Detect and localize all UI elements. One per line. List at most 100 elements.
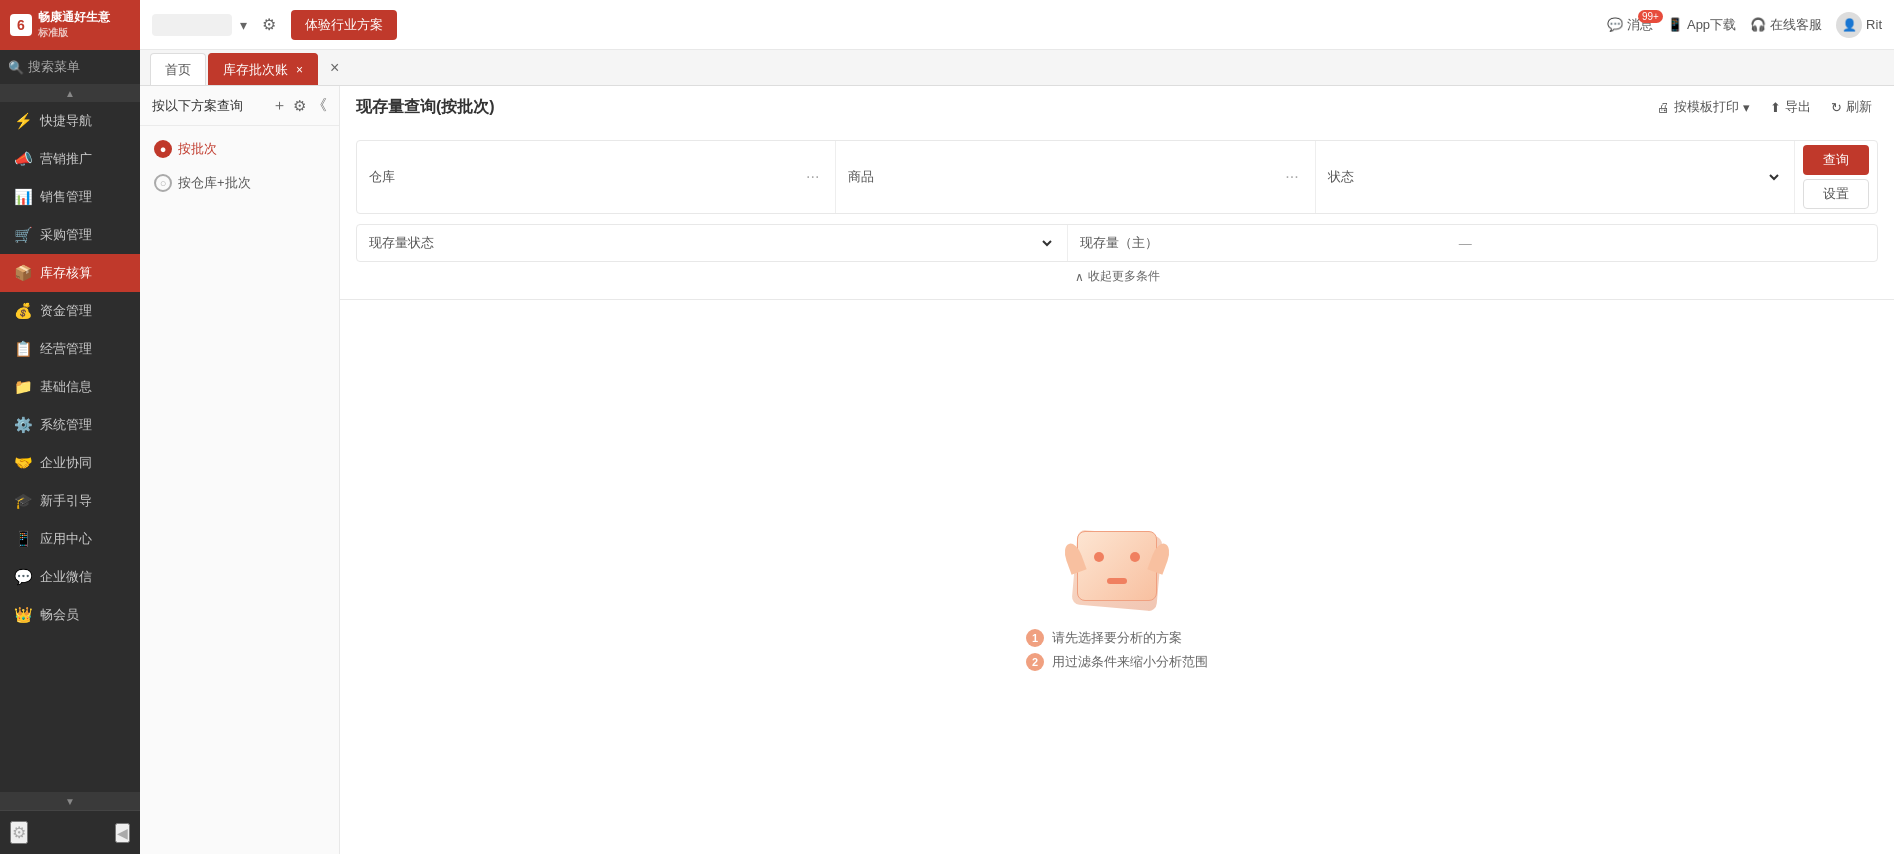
status-select[interactable] [1362, 162, 1782, 192]
nav-label: 应用中心 [40, 530, 92, 548]
export-icon: ⬆ [1770, 100, 1781, 115]
panel-collapse-button[interactable]: 《 [312, 96, 327, 115]
query-button[interactable]: 查询 [1803, 145, 1869, 175]
collapse-more-button[interactable]: ∧ 收起更多条件 [356, 262, 1878, 287]
left-panel-header: 按以下方案查询 ＋ ⚙ 《 [140, 86, 339, 126]
message-icon: 💬 [1607, 17, 1623, 32]
search-label: 搜索菜单 [28, 58, 80, 76]
tab-bar: 首页 库存批次账 × × [140, 50, 1894, 86]
sidebar-item-purchase[interactable]: 🛒 采购管理 [0, 216, 140, 254]
apps-icon: 📱 [14, 530, 32, 548]
warehouse-more-button[interactable]: ··· [802, 168, 823, 186]
nav-label: 库存核算 [40, 264, 92, 282]
breadcrumb-dropdown[interactable]: ▾ [240, 17, 247, 33]
stock-amount-from[interactable] [1166, 228, 1451, 258]
warehouse-label: 仓库 [369, 168, 395, 186]
wechat-icon: 💬 [14, 568, 32, 586]
sidebar-item-finance[interactable]: 💰 资金管理 [0, 292, 140, 330]
header-actions: 🖨 按模板打印 ▾ ⬆ 导出 ↻ 刷新 [1651, 94, 1878, 120]
hint-text-2: 用过滤条件来缩小分析范围 [1052, 653, 1208, 671]
sidebar-collapse-button[interactable]: ◀ [115, 823, 130, 843]
empty-state: 1 请先选择要分析的方案 2 用过滤条件来缩小分析范围 [340, 300, 1894, 854]
tab-close-button[interactable]: × [296, 63, 303, 77]
search-icon: 🔍 [8, 60, 24, 75]
user-profile-item[interactable]: 👤 Rit [1836, 12, 1882, 38]
export-label: 导出 [1785, 98, 1811, 116]
user-avatar: 👤 [1836, 12, 1862, 38]
status-label: 状态 [1328, 168, 1354, 186]
collapse-more-label: 收起更多条件 [1088, 268, 1160, 285]
sidebar-search[interactable]: 🔍 搜索菜单 [0, 50, 140, 84]
product-label: 商品 [848, 168, 874, 186]
nav-label: 采购管理 [40, 226, 92, 244]
top-bar-right: 💬 消息 99+ 📱 App下载 🎧 在线客服 👤 Rit [1607, 12, 1882, 38]
phone-icon: 📱 [1667, 17, 1683, 32]
app-download-item[interactable]: 📱 App下载 [1667, 16, 1736, 34]
stock-status-select[interactable] [442, 228, 1055, 258]
hint-num-1: 1 [1026, 629, 1044, 647]
hint-2: 2 用过滤条件来缩小分析范围 [1026, 653, 1208, 671]
plan-item-by-warehouse-batch[interactable]: ○ 按仓库+批次 [140, 166, 339, 200]
stock-amount-label: 现存量（主） [1080, 234, 1158, 252]
sidebar-item-inventory[interactable]: 📦 库存核算 [0, 254, 140, 292]
product-input[interactable] [882, 162, 1281, 192]
quick-nav-icon: ⚡ [14, 112, 32, 130]
set-button[interactable]: 设置 [1803, 179, 1869, 209]
nav-label: 资金管理 [40, 302, 92, 320]
page-title: 现存量查询(按批次) [356, 97, 495, 118]
gear-icon: ⚙ [262, 15, 276, 34]
sidebar-item-collab[interactable]: 🤝 企业协同 [0, 444, 140, 482]
settings-button[interactable]: ⚙ [10, 821, 28, 844]
sidebar-item-member[interactable]: 👑 畅会员 [0, 596, 140, 634]
sales-icon: 📊 [14, 188, 32, 206]
sidebar-scroll-up[interactable]: ▲ [0, 84, 140, 102]
stock-amount-to[interactable] [1480, 228, 1765, 258]
system-icon: ⚙️ [14, 416, 32, 434]
warehouse-input[interactable] [403, 162, 802, 192]
sidebar-item-apps[interactable]: 📱 应用中心 [0, 520, 140, 558]
product-more-button[interactable]: ··· [1281, 168, 1302, 186]
top-bar: ▾ ⚙ 体验行业方案 💬 消息 99+ 📱 App下载 🎧 在线客服 👤 [140, 0, 1894, 50]
nav-label: 系统管理 [40, 416, 92, 434]
export-button[interactable]: ⬆ 导出 [1764, 94, 1817, 120]
sidebar-nav: ⚡ 快捷导航 📣 营销推广 📊 销售管理 🛒 采购管理 📦 库存核算 💰 资金管… [0, 102, 140, 792]
tab-inventory-batch[interactable]: 库存批次账 × [208, 53, 318, 85]
experience-button[interactable]: 体验行业方案 [291, 10, 397, 40]
plan-settings-button[interactable]: ⚙ [293, 97, 306, 115]
nav-label: 新手引导 [40, 492, 92, 510]
app-logo: 6 [10, 14, 32, 36]
add-plan-button[interactable]: ＋ [272, 96, 287, 115]
collab-icon: 🤝 [14, 454, 32, 472]
breadcrumb-input[interactable] [152, 14, 232, 36]
sidebar-item-basic[interactable]: 📁 基础信息 [0, 368, 140, 406]
sidebar-item-operations[interactable]: 📋 经营管理 [0, 330, 140, 368]
sidebar-item-quick-nav[interactable]: ⚡ 快捷导航 [0, 102, 140, 140]
online-service-label: 在线客服 [1770, 16, 1822, 34]
online-service-item[interactable]: 🎧 在线客服 [1750, 16, 1822, 34]
sidebar-item-marketing[interactable]: 📣 营销推广 [0, 140, 140, 178]
tab-label: 首页 [165, 61, 191, 79]
inventory-icon: 📦 [14, 264, 32, 282]
refresh-button[interactable]: ↻ 刷新 [1825, 94, 1878, 120]
messages-item[interactable]: 💬 消息 99+ [1607, 16, 1653, 34]
nav-label: 快捷导航 [40, 112, 92, 130]
plan-list: ● 按批次 ○ 按仓库+批次 [140, 126, 339, 854]
topbar-settings-button[interactable]: ⚙ [255, 11, 283, 39]
basic-icon: 📁 [14, 378, 32, 396]
tab-home[interactable]: 首页 [150, 53, 206, 85]
sidebar-item-wechat[interactable]: 💬 企业微信 [0, 558, 140, 596]
content-area: 按以下方案查询 ＋ ⚙ 《 ● 按批次 [140, 86, 1894, 854]
sidebar-header: 6 畅康通好生意 标准版 [0, 0, 140, 50]
sidebar-item-newbie[interactable]: 🎓 新手引导 [0, 482, 140, 520]
print-button[interactable]: 🖨 按模板打印 ▾ [1651, 94, 1756, 120]
plan-item-by-batch[interactable]: ● 按批次 [140, 132, 339, 166]
stock-amount-dash: — [1451, 236, 1480, 251]
sidebar-scroll-down[interactable]: ▼ [0, 792, 140, 810]
app-edition: 标准版 [38, 26, 110, 40]
nav-label: 营销推广 [40, 150, 92, 168]
sidebar-item-sales[interactable]: 📊 销售管理 [0, 178, 140, 216]
marketing-icon: 📣 [14, 150, 32, 168]
message-badge: 99+ [1638, 10, 1663, 23]
sidebar-item-system[interactable]: ⚙️ 系统管理 [0, 406, 140, 444]
tab-end-close-button[interactable]: × [330, 59, 339, 77]
